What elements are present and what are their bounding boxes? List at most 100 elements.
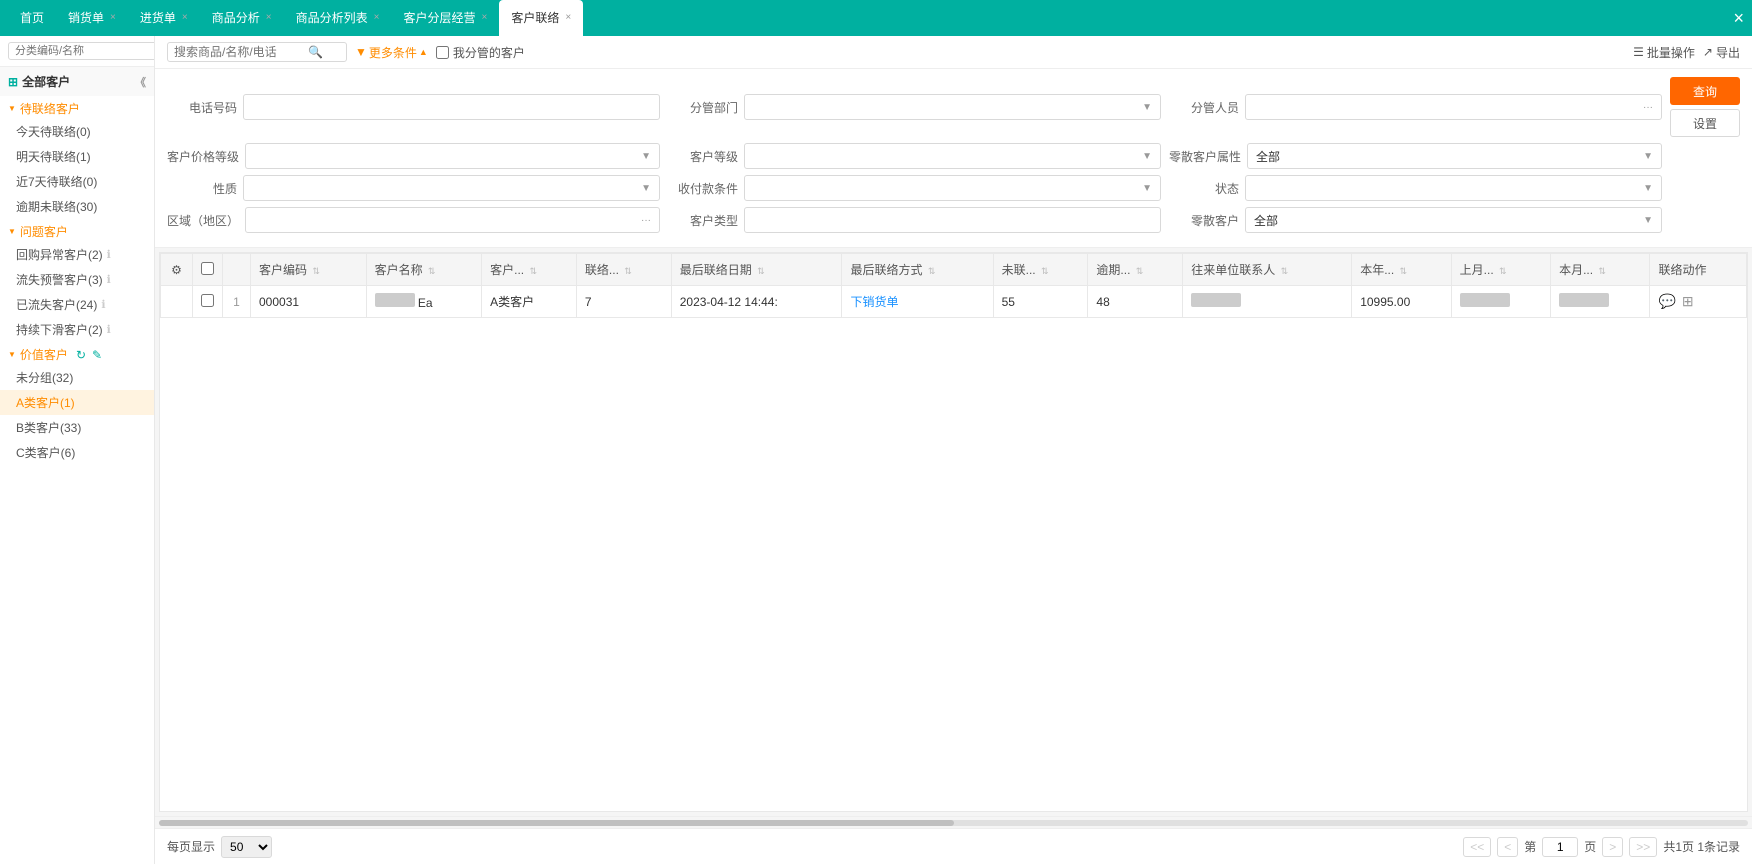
sidebar-item-tomorrow[interactable]: 明天待联络(1): [0, 144, 154, 169]
row-checkbox[interactable]: [201, 294, 214, 307]
first-page-btn[interactable]: <<: [1463, 837, 1491, 857]
my-customers-checkbox[interactable]: [436, 46, 449, 59]
row-actions: 💬 ⊞: [1650, 286, 1747, 318]
nature-select[interactable]: ▼: [243, 175, 660, 201]
dept-select[interactable]: ▼: [744, 94, 1161, 120]
batch-op-btn[interactable]: ☰ 批量操作: [1633, 44, 1695, 61]
close-segmentation-icon[interactable]: ×: [481, 0, 487, 36]
sort-this-month-icon[interactable]: ⇅: [1598, 266, 1606, 276]
filter-grade: 客户等级 ▼: [668, 143, 1161, 169]
phone-label: 电话号码: [167, 99, 237, 116]
close-product-list-icon[interactable]: ×: [374, 0, 380, 36]
query-btn[interactable]: 查询: [1670, 77, 1740, 105]
status-label: 状态: [1169, 180, 1239, 197]
scroll-thumb[interactable]: [159, 820, 954, 826]
sort-overdue-icon[interactable]: ⇅: [1136, 266, 1144, 276]
nav-home[interactable]: 首页: [8, 0, 56, 36]
sort-unit-contact-icon[interactable]: ⇅: [1281, 266, 1289, 276]
sort-last-month-icon[interactable]: ⇅: [1499, 266, 1507, 276]
sidebar-item-churned[interactable]: 已流失客户(24) ℹ: [0, 292, 154, 317]
retail-customer-select[interactable]: 全部 ▼: [1245, 207, 1662, 233]
nav-customer-segmentation[interactable]: 客户分层经营 ×: [391, 0, 499, 36]
my-customers-checkbox-area[interactable]: 我分管的客户: [436, 44, 525, 61]
sort-this-year-icon[interactable]: ⇅: [1400, 266, 1408, 276]
sidebar-item-class-b[interactable]: B类客户(33): [0, 415, 154, 440]
horizontal-scrollbar[interactable]: [155, 816, 1752, 828]
customer-type-select[interactable]: [744, 207, 1161, 233]
person-select[interactable]: ···: [1245, 94, 1662, 120]
sort-not-contacted-icon[interactable]: ⇅: [1041, 266, 1049, 276]
sort-type-icon[interactable]: ⇅: [529, 266, 537, 276]
nav-product-analysis[interactable]: 商品分析 ×: [200, 0, 284, 36]
sort-contact-icon[interactable]: ⇅: [624, 266, 632, 276]
filter-row-3: 性质 ▼ 收付款条件 ▼ 状态: [167, 175, 1740, 201]
sidebar-item-today[interactable]: 今天待联络(0): [0, 119, 154, 144]
phone-input[interactable]: [243, 94, 660, 120]
last-contact-method-link[interactable]: 下销货单: [850, 295, 898, 309]
grade-select[interactable]: ▼: [744, 143, 1161, 169]
prev-page-btn[interactable]: <: [1497, 837, 1518, 857]
status-select[interactable]: ▼: [1245, 175, 1662, 201]
sidebar-item-7days[interactable]: 近7天待联络(0): [0, 169, 154, 194]
filter-retail-attr: 零散客户属性 全部 ▼: [1169, 143, 1662, 169]
select-all-checkbox[interactable]: [201, 262, 214, 275]
refresh-icon[interactable]: ↻: [76, 348, 86, 362]
sidebar-item-churn-warning[interactable]: 流失预警客户(3) ℹ: [0, 267, 154, 292]
sort-method-icon[interactable]: ⇅: [928, 266, 936, 276]
pay-select[interactable]: ▼: [744, 175, 1161, 201]
close-product-analysis-icon[interactable]: ×: [266, 0, 272, 36]
value-customers-group[interactable]: ▼ 价值客户 ↻ ✎: [0, 342, 154, 365]
sidebar-item-ungrouped[interactable]: 未分组(32): [0, 365, 154, 390]
sidebar-item-repurchase-abnormal[interactable]: 回购异常客户(2) ℹ: [0, 242, 154, 267]
sidebar-search-input[interactable]: [8, 42, 155, 60]
close-purchase-icon[interactable]: ×: [182, 0, 188, 36]
close-all-button[interactable]: ×: [1733, 8, 1744, 29]
page-size-select[interactable]: 50 100 200: [221, 836, 272, 858]
close-contact-icon[interactable]: ×: [565, 0, 571, 36]
sidebar-item-class-c[interactable]: C类客户(6): [0, 440, 154, 465]
edit-icon[interactable]: ✎: [92, 348, 102, 362]
col-overdue: 逾期... ⇅: [1088, 254, 1183, 286]
price-grade-select[interactable]: ▼: [245, 143, 660, 169]
export-btn[interactable]: ↗ 导出: [1703, 44, 1740, 61]
search-input[interactable]: [174, 45, 304, 59]
retail-attr-select[interactable]: 全部 ▼: [1247, 143, 1662, 169]
collapse-sidebar-icon[interactable]: 《: [135, 74, 146, 90]
region-select[interactable]: ···: [245, 207, 660, 233]
nav-purchase[interactable]: 进货单 ×: [128, 0, 200, 36]
last-page-btn[interactable]: >>: [1629, 837, 1657, 857]
page-suffix: 页: [1584, 838, 1596, 855]
filter-row-4: 区域（地区） ··· 客户类型 零散客户 全部 ▼: [167, 207, 1740, 233]
sidebar-item-overdue[interactable]: 逾期未联络(30): [0, 194, 154, 219]
pay-label: 收付款条件: [668, 180, 738, 197]
sort-date-icon[interactable]: ⇅: [757, 266, 765, 276]
sidebar-item-declining[interactable]: 持续下滑客户(2) ℹ: [0, 317, 154, 342]
close-sales-icon[interactable]: ×: [110, 0, 116, 36]
page-number-input[interactable]: [1542, 837, 1578, 857]
pending-contact-group[interactable]: ▼ 待联络客户: [0, 96, 154, 119]
problem-customers-group[interactable]: ▼ 问题客户: [0, 219, 154, 242]
next-page-btn[interactable]: >: [1602, 837, 1623, 857]
all-customers-header[interactable]: ⊞ 全部客户 《: [0, 67, 154, 96]
sort-name-icon[interactable]: ⇅: [428, 266, 436, 276]
col-this-month: 本月... ⇅: [1551, 254, 1650, 286]
sort-code-icon[interactable]: ⇅: [312, 266, 320, 276]
settings-btn[interactable]: 设置: [1670, 109, 1740, 137]
qr-action-icon[interactable]: ⊞: [1682, 293, 1694, 310]
col-last-contact-method: 最后联络方式 ⇅: [842, 254, 993, 286]
dept-chevron-icon: ▼: [1142, 102, 1152, 113]
sidebar-search-area: 🔍: [0, 36, 154, 67]
retail-attr-chevron-icon: ▼: [1643, 151, 1653, 162]
sidebar-item-class-a[interactable]: A类客户(1): [0, 390, 154, 415]
region-label: 区域（地区）: [167, 212, 239, 229]
gear-icon[interactable]: ⚙: [171, 263, 182, 277]
message-action-icon[interactable]: 💬: [1658, 293, 1675, 310]
row-not-contacted: 55: [993, 286, 1088, 318]
toolbar-search-icon[interactable]: 🔍: [308, 45, 323, 59]
more-conditions-btn[interactable]: ▼ 更多条件 ▲: [355, 44, 428, 61]
filter-area: 电话号码 分管部门 ▼ 分管人员 ···: [155, 69, 1752, 248]
nav-product-list[interactable]: 商品分析列表 ×: [284, 0, 392, 36]
nav-customer-contact[interactable]: 客户联络 ×: [499, 0, 583, 36]
data-table-area: ⚙ 客户编码 ⇅ 客户名称 ⇅: [159, 252, 1748, 812]
nav-sales[interactable]: 销货单 ×: [56, 0, 128, 36]
